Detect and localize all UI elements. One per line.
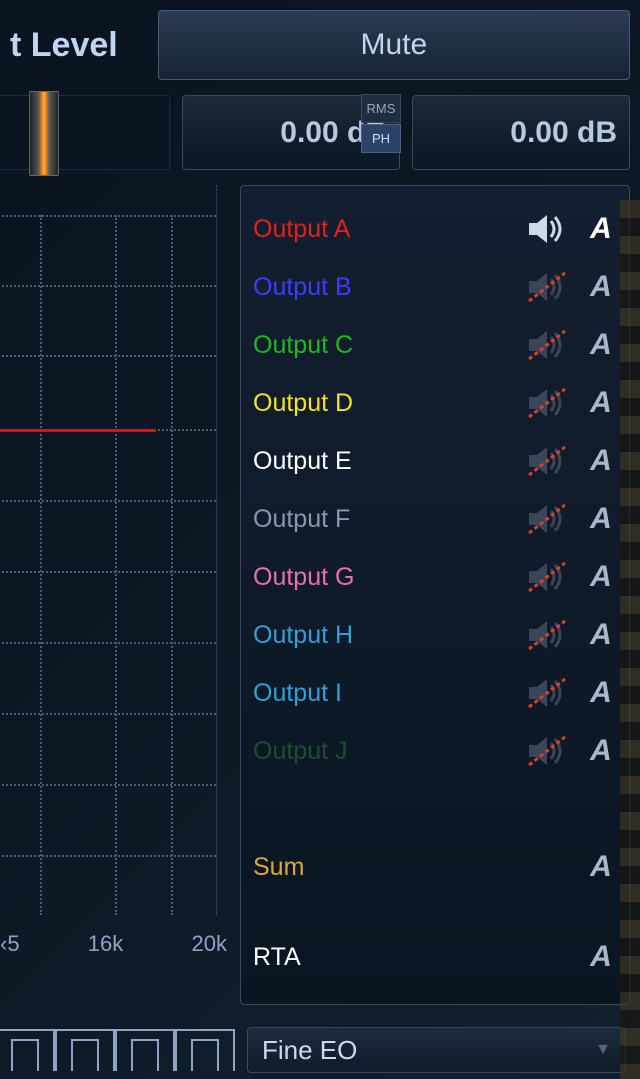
speaker-muted-icon[interactable]	[525, 501, 569, 537]
db-value-2: 0.00 dB	[510, 116, 617, 150]
speaker-muted-icon[interactable]	[525, 327, 569, 363]
output-row-b[interactable]: Output B A	[253, 258, 621, 316]
a-button-sum[interactable]: A	[587, 850, 615, 884]
output-row-h[interactable]: Output H A	[253, 606, 621, 664]
chevron-down-icon: ▼	[595, 1041, 611, 1059]
speaker-muted-icon[interactable]	[525, 269, 569, 305]
output-label: Output C	[253, 331, 525, 360]
rta-row[interactable]: RTA A	[253, 928, 621, 986]
a-button[interactable]: A	[587, 734, 615, 768]
speaker-muted-icon[interactable]	[525, 617, 569, 653]
output-row-f[interactable]: Output F A	[253, 490, 621, 548]
curve-line	[0, 429, 156, 432]
a-button[interactable]: A	[587, 560, 615, 594]
mute-button[interactable]: Mute	[158, 10, 630, 80]
output-label: Output H	[253, 621, 525, 650]
graph-grid	[0, 185, 217, 915]
sum-row[interactable]: Sum A	[253, 838, 621, 896]
speaker-icon	[525, 849, 569, 885]
output-label: Output D	[253, 389, 525, 418]
output-label: Output B	[253, 273, 525, 302]
eq-select[interactable]: Fine EO ▼	[247, 1027, 626, 1073]
ph-toggle[interactable]: PH	[361, 124, 401, 153]
output-row-e[interactable]: Output E A	[253, 432, 621, 490]
slider-handle[interactable]	[29, 91, 59, 176]
output-row-j[interactable]: Output J A	[253, 722, 621, 780]
wave-indicators	[0, 1029, 235, 1071]
sum-label: Sum	[253, 853, 525, 882]
output-row-c[interactable]: Output C A	[253, 316, 621, 374]
a-button[interactable]: A	[587, 270, 615, 304]
a-button[interactable]: A	[587, 212, 615, 246]
a-button[interactable]: A	[587, 328, 615, 362]
db-readout-2[interactable]: 0.00 dB	[412, 95, 630, 170]
freq-graph[interactable]: ‹5 16k 20k	[0, 185, 232, 975]
db-readout-1[interactable]: 0.00 dB RMS PH	[182, 95, 400, 170]
output-label: Output G	[253, 563, 525, 592]
output-label: Output F	[253, 505, 525, 534]
decorative-edge	[620, 200, 640, 1079]
eq-label: Fine EO	[262, 1035, 357, 1066]
speaker-icon[interactable]	[525, 211, 569, 247]
output-label: Output E	[253, 447, 525, 476]
a-button[interactable]: A	[587, 618, 615, 652]
output-row-g[interactable]: Output G A	[253, 548, 621, 606]
speaker-icon	[525, 939, 569, 975]
rms-toggle[interactable]: RMS	[361, 94, 401, 123]
a-button[interactable]: A	[587, 676, 615, 710]
a-button[interactable]: A	[587, 386, 615, 420]
rta-label: RTA	[253, 943, 525, 972]
speaker-muted-icon[interactable]	[525, 675, 569, 711]
level-slider[interactable]	[0, 95, 170, 170]
speaker-muted-icon[interactable]	[525, 733, 569, 769]
a-button[interactable]: A	[587, 502, 615, 536]
speaker-muted-icon[interactable]	[525, 443, 569, 479]
output-label: Output J	[253, 737, 525, 766]
output-row-a[interactable]: Output A A	[253, 200, 621, 258]
output-row-i[interactable]: Output I A	[253, 664, 621, 722]
a-button[interactable]: A	[587, 444, 615, 478]
speaker-muted-icon[interactable]	[525, 559, 569, 595]
output-label: Output A	[253, 215, 525, 244]
output-panel: Output AAOutput BAOutput CAOutput DAOutp…	[240, 185, 630, 1005]
level-label: t Level	[10, 26, 138, 65]
speaker-muted-icon[interactable]	[525, 385, 569, 421]
a-button-rta[interactable]: A	[587, 940, 615, 974]
output-label: Output I	[253, 679, 525, 708]
x-axis-labels: ‹5 16k 20k	[0, 931, 232, 957]
output-row-d[interactable]: Output D A	[253, 374, 621, 432]
